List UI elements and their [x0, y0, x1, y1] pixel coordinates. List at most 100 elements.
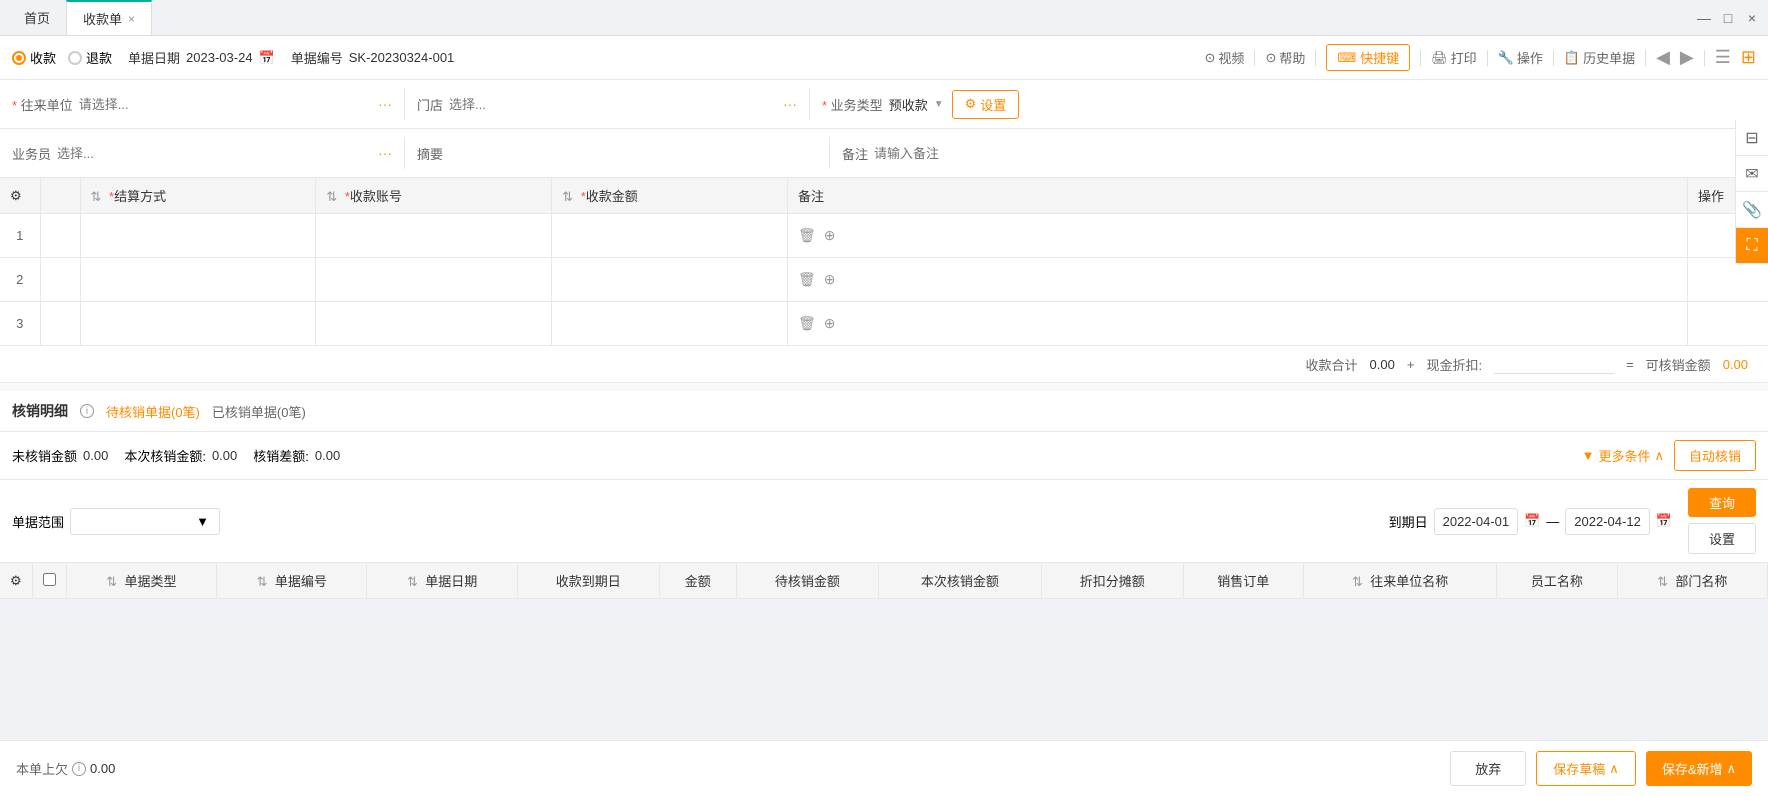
shortcut-btn[interactable]: ⌨ 快捷键 [1326, 44, 1410, 71]
discount-input[interactable] [1494, 354, 1614, 374]
summary-input[interactable] [449, 142, 817, 165]
tab-home[interactable]: 首页 [8, 0, 66, 35]
more-filters-btn[interactable]: ▼ 更多条件 ∧ [1582, 446, 1664, 465]
filter-row: 未核销金额 0.00 本次核销金额: 0.00 核销差额: 0.00 ▼ 更多条… [0, 432, 1768, 480]
col-settings[interactable] [0, 178, 40, 214]
col-check-all[interactable] [32, 563, 66, 599]
query-btn[interactable]: 查询 [1688, 488, 1756, 517]
next-nav-icon[interactable]: ▶ [1680, 47, 1694, 68]
search-settings-btn[interactable]: 设置 [1688, 523, 1756, 554]
sidebar-table-icon[interactable]: ⊟ [1736, 120, 1768, 156]
maximize-btn[interactable]: □ [1720, 10, 1736, 26]
copy-row-3-icon[interactable]: ⊕ [824, 315, 836, 332]
shortcut-icon: ⌨ [1337, 50, 1356, 66]
staff-input[interactable] [57, 142, 372, 165]
calendar-to-icon[interactable]: 📅 [1656, 513, 1672, 529]
list-icon[interactable]: ☰ [1715, 47, 1731, 68]
delete-row-2-icon[interactable]: 🗑 [798, 271, 816, 288]
help-link[interactable]: ⊙ 帮助 [1265, 48, 1305, 67]
verification-info-icon[interactable]: i [80, 404, 94, 418]
tab-close-icon[interactable]: × [128, 12, 135, 26]
tab-current[interactable]: 收款单 × [66, 0, 152, 35]
save-draft-btn[interactable]: 保存草稿 ∧ [1536, 751, 1636, 786]
refund-label: 退款 [86, 48, 112, 67]
table-gear-icon[interactable] [10, 188, 22, 203]
prev-nav-icon[interactable]: ◀ [1656, 47, 1670, 68]
col-account: ⇅ *收款账号 [316, 178, 552, 214]
income-radio[interactable]: 收款 [12, 48, 56, 67]
remark-input[interactable] [874, 142, 1756, 165]
total-value: 0.00 [1370, 357, 1395, 372]
business-type-arrow-icon[interactable]: ▼ [934, 99, 944, 110]
filter-icon: ▼ [1582, 448, 1595, 463]
refund-radio[interactable]: 退款 [68, 48, 112, 67]
done-tab-link[interactable]: 已核销单据(0笔) [212, 402, 306, 421]
auto-verify-btn[interactable]: 自动核销 [1674, 440, 1756, 471]
verification-title: 核销明细 [12, 401, 68, 421]
sort-icon-type[interactable]: ⇅ [106, 574, 117, 589]
row-1-account[interactable] [80, 214, 316, 258]
col-checkbox: ⚙ [0, 563, 32, 599]
row-num-3: 3 [0, 302, 40, 346]
copy-row-1-icon[interactable]: ⊕ [824, 227, 836, 244]
section-divider [0, 383, 1768, 391]
bottom-actions: 放弃 保存草稿 ∧ 保存&新增 ∧ [1450, 751, 1752, 786]
row-3-settle[interactable] [40, 302, 80, 346]
close-btn[interactable]: × [1744, 10, 1760, 26]
sort-icon2[interactable]: ⇅ [326, 189, 337, 204]
history-link[interactable]: 📋 历史单据 [1564, 48, 1635, 67]
sidebar-mail-icon[interactable]: ✉ [1736, 156, 1768, 192]
pending-tab-link[interactable]: 待核销单据(0笔) [106, 402, 200, 421]
diff-item: 核销差额: 0.00 [253, 446, 340, 465]
order-label: 本单上欠 [16, 759, 68, 778]
table2-gear-icon[interactable]: ⚙ [10, 573, 22, 588]
row-1-remark[interactable] [552, 214, 788, 258]
abandon-btn[interactable]: 放弃 [1450, 751, 1526, 786]
draft-dropdown-icon[interactable]: ∧ [1609, 761, 1619, 777]
print-link[interactable]: 🖨 打印 [1431, 48, 1477, 67]
video-link[interactable]: ⊙ 视频 [1205, 48, 1245, 67]
counterpart-more-icon[interactable]: ··· [378, 96, 392, 112]
summary-field: 摘要 [417, 142, 817, 165]
check-all-checkbox[interactable] [43, 573, 56, 586]
sort-icon-counterpart[interactable]: ⇅ [1352, 574, 1363, 589]
staff-more-icon[interactable]: ··· [378, 145, 392, 161]
sidebar-screen-icon[interactable]: ⛶ [1736, 228, 1768, 264]
operation-link[interactable]: 🔧 操作 [1498, 48, 1543, 67]
save-dropdown-icon[interactable]: ∧ [1726, 761, 1736, 777]
counterpart-input[interactable] [79, 93, 372, 116]
row-3-amount[interactable] [316, 302, 552, 346]
row-3-account[interactable] [80, 302, 316, 346]
sort-icon-date[interactable]: ⇅ [407, 574, 418, 589]
row-1-settle[interactable] [40, 214, 80, 258]
sidebar-attach-icon[interactable]: 📎 [1736, 192, 1768, 228]
col-discount: 折扣分摊额 [1041, 563, 1183, 599]
settings-button[interactable]: ⚙ 设置 [952, 90, 1020, 119]
row-3-remark[interactable] [552, 302, 788, 346]
row-2-account[interactable] [80, 258, 316, 302]
sort-icon3[interactable]: ⇅ [562, 189, 573, 204]
range-label: 单据范围 [12, 512, 64, 531]
shop-input[interactable] [449, 93, 777, 116]
minimize-btn[interactable]: — [1696, 10, 1712, 26]
row-2-remark[interactable] [552, 258, 788, 302]
range-dropdown-icon: ▼ [196, 514, 209, 529]
copy-row-2-icon[interactable]: ⊕ [824, 271, 836, 288]
info-icon[interactable]: i [72, 762, 86, 776]
sort-icon[interactable]: ⇅ [91, 189, 102, 204]
delete-row-3-icon[interactable]: 🗑 [798, 315, 816, 332]
shop-more-icon[interactable]: ··· [783, 96, 797, 112]
row-1-amount[interactable] [316, 214, 552, 258]
sort-icon-num[interactable]: ⇅ [257, 574, 268, 589]
grid-icon[interactable]: ⊞ [1741, 47, 1756, 68]
range-select[interactable]: ▼ [70, 508, 220, 535]
save-new-btn[interactable]: 保存&新增 ∧ [1646, 751, 1752, 786]
delete-row-1-icon[interactable]: 🗑 [798, 227, 816, 244]
calendar-icon[interactable]: 📅 [259, 50, 275, 66]
col-amount: 金额 [659, 563, 736, 599]
row-2-settle[interactable] [40, 258, 80, 302]
sort-icon-dept[interactable]: ⇅ [1657, 574, 1668, 589]
row-2-amount[interactable] [316, 258, 552, 302]
date-value: 2023-03-24 [186, 50, 253, 65]
calendar-from-icon[interactable]: 📅 [1524, 513, 1540, 529]
